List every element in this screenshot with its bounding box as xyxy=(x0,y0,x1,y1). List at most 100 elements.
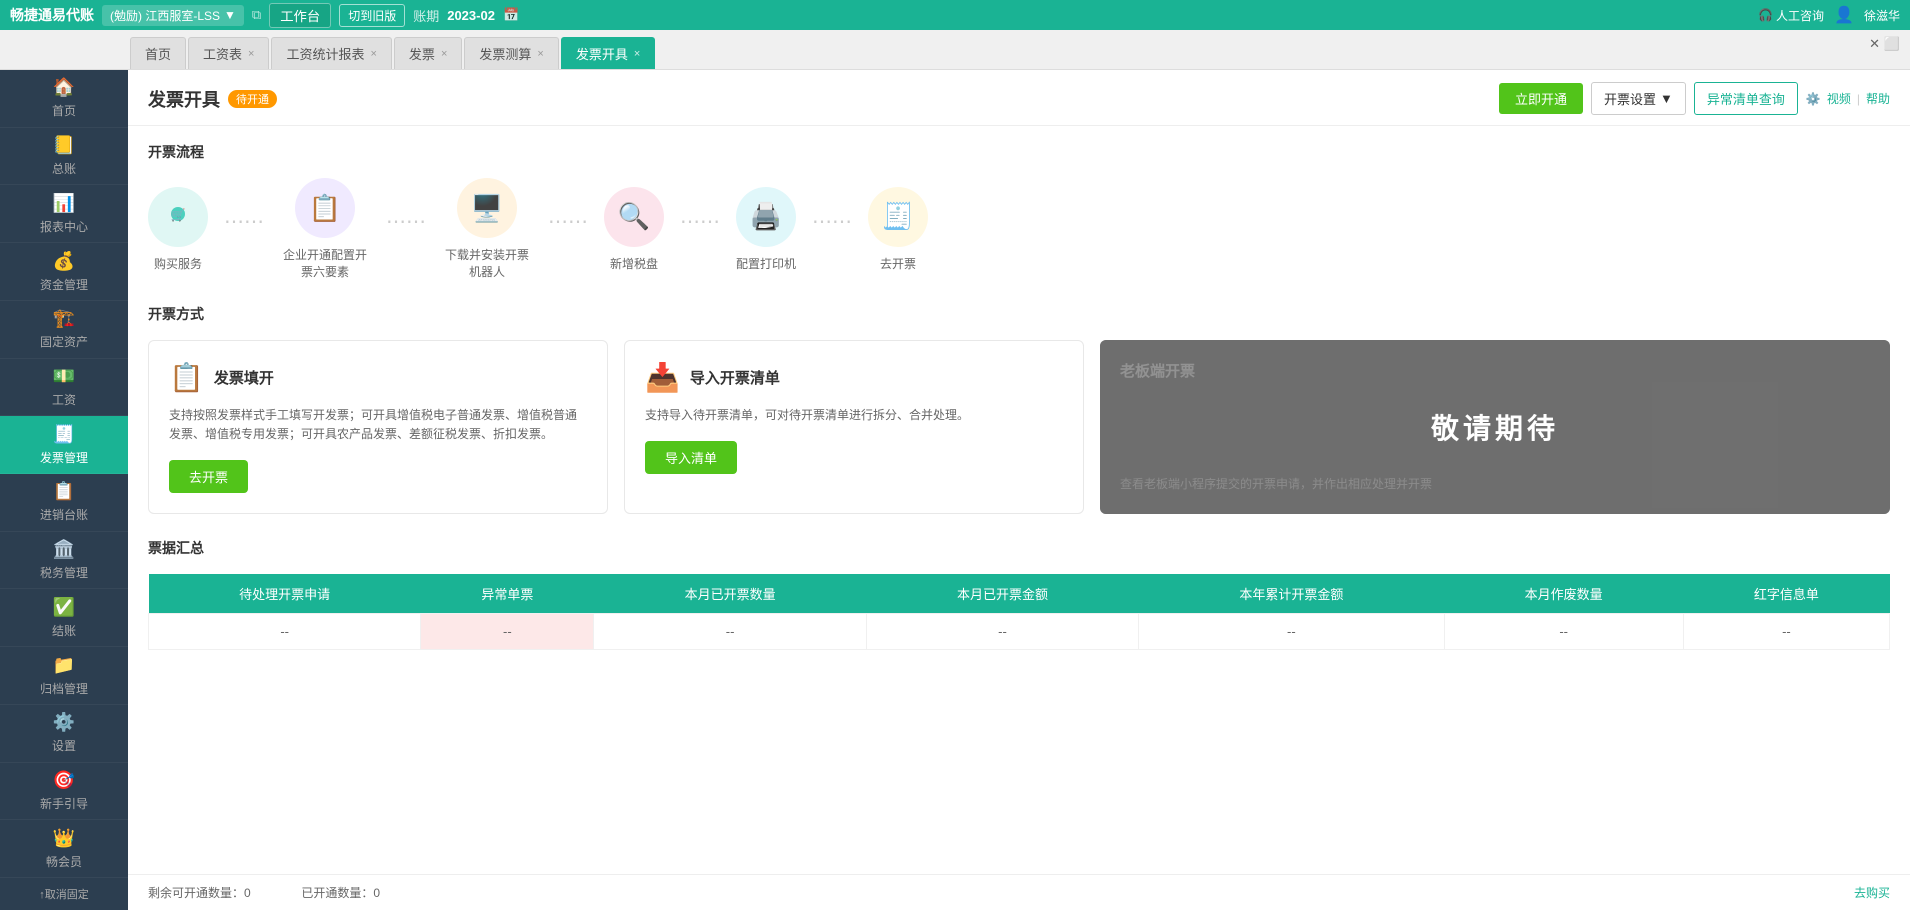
tax-icon: 🏛️ xyxy=(53,539,75,560)
sidebar-item-invoice-label: 发票管理 xyxy=(40,449,88,466)
sidebar-item-assets-label: 固定资产 xyxy=(40,333,88,350)
flow-step-1: 🛒 购买服务 xyxy=(148,187,208,272)
summary-th-5: 本年累计开票金额 xyxy=(1139,574,1444,614)
headset-icon: 🎧 xyxy=(1758,8,1773,22)
summary-cell-5[interactable]: -- xyxy=(1139,614,1444,650)
tab-salary-label: 工资表 xyxy=(203,44,242,63)
remaining-label: 剩余可开通数量：0 xyxy=(148,886,251,900)
tab-invoice-calc[interactable]: 发票测算 × xyxy=(464,37,558,69)
summary-cell-3[interactable]: -- xyxy=(594,614,866,650)
settings-icon: ⚙️ xyxy=(53,712,75,733)
tab-invoice-close[interactable]: × xyxy=(441,48,447,60)
sidebar-item-assets[interactable]: 🏗️ 固定资产 xyxy=(0,301,128,359)
sidebar-item-invoice[interactable]: 🧾 发票管理 xyxy=(0,416,128,474)
tab-home[interactable]: 首页 xyxy=(130,37,186,69)
sidebar-item-salary[interactable]: 💵 工资 xyxy=(0,359,128,417)
pin-label: ↑取消固定 xyxy=(39,889,89,901)
import-list-button[interactable]: 导入清单 xyxy=(645,441,737,474)
view-label[interactable]: 视频 xyxy=(1827,90,1851,107)
guide-icon: 🎯 xyxy=(53,770,75,791)
buy-service-svg: 🛒 xyxy=(163,202,193,232)
flow-step-3: 🖥️ 下载并安装开票机器人 xyxy=(442,178,532,280)
tab-salary[interactable]: 工资表 × xyxy=(188,37,269,69)
settings-icon2: ⚙️ xyxy=(1806,92,1821,106)
summary-cell-4[interactable]: -- xyxy=(866,614,1138,650)
sidebar-item-ledger-label: 总账 xyxy=(52,160,76,177)
tab-bar: 首页 工资表 × 工资统计报表 × 发票 × 发票测算 × 发票开具 × ✕ ⬜ xyxy=(0,30,1910,70)
summary-cell-1[interactable]: -- xyxy=(149,614,421,650)
sidebar-item-salary-label: 工资 xyxy=(52,391,76,408)
help-area: ⚙️ 视频 | 帮助 xyxy=(1806,90,1890,107)
sidebar-item-funds[interactable]: 💰 资金管理 xyxy=(0,243,128,301)
help-label[interactable]: 帮助 xyxy=(1866,90,1890,107)
flow-steps: 🛒 购买服务 ⋯⋯ 📋 企业开通配置开票六要素 ⋯⋯ 🖥️ 下载并安装开票机器人… xyxy=(148,178,1890,280)
abnormal-query-button[interactable]: 异常清单查询 xyxy=(1694,82,1798,115)
sidebar-item-settings[interactable]: ⚙️ 设置 xyxy=(0,705,128,763)
sidebar-item-vip[interactable]: 👑 畅会员 xyxy=(0,820,128,878)
customer-service[interactable]: 🎧 人工咨询 xyxy=(1758,7,1824,24)
tab-salary-report-label: 工资统计报表 xyxy=(286,44,364,63)
pin-button[interactable]: ↑取消固定 xyxy=(0,878,128,910)
svg-text:🛒: 🛒 xyxy=(171,208,186,222)
summary-th-1: 待处理开票申请 xyxy=(149,574,421,614)
open-settings-button[interactable]: 开票设置 ▼ xyxy=(1591,82,1686,115)
company-selector[interactable]: (勉励) 江西服室-LSS ▼ xyxy=(102,5,244,26)
tab-invoice-calc-label: 发票测算 xyxy=(479,44,531,63)
assets-icon: 🏗️ xyxy=(53,308,75,329)
sidebar-item-purchase[interactable]: 📋 进销台账 xyxy=(0,474,128,532)
status-badge: 待开通 xyxy=(228,90,277,108)
sidebar-item-settings-label: 设置 xyxy=(52,737,76,754)
period-value: 2023-02 xyxy=(447,8,495,23)
restore-icon[interactable]: ⬜ xyxy=(1884,36,1900,52)
fill-invoice-button[interactable]: 去开票 xyxy=(169,460,248,493)
bottom-bar: 剩余可开通数量：0 已开通数量：0 去购买 xyxy=(128,874,1910,910)
tab-salary-report-close[interactable]: × xyxy=(370,48,376,60)
flow-step-1-label: 购买服务 xyxy=(154,255,202,272)
sidebar-item-guide[interactable]: 🎯 新手引导 xyxy=(0,763,128,821)
sidebar-item-vip-label: 畅会员 xyxy=(46,853,82,870)
workbench-button[interactable]: 工作台 xyxy=(269,3,331,28)
sidebar-item-tax[interactable]: 🏛️ 税务管理 xyxy=(0,532,128,590)
flow-section-title: 开票流程 xyxy=(148,142,1890,162)
close-all-tabs-icon[interactable]: ✕ xyxy=(1869,36,1880,52)
salary-icon: 💵 xyxy=(53,366,75,387)
funds-icon: 💰 xyxy=(53,251,75,272)
calendar-icon[interactable]: 📅 xyxy=(503,7,519,23)
sidebar-item-reports[interactable]: 📊 报表中心 xyxy=(0,185,128,243)
sidebar-item-reconcile[interactable]: ✅ 结账 xyxy=(0,589,128,647)
summary-cell-6[interactable]: -- xyxy=(1444,614,1683,650)
avatar: 👤 xyxy=(1834,5,1854,25)
sidebar-item-reconcile-label: 结账 xyxy=(52,622,76,639)
summary-cell-2[interactable]: -- xyxy=(421,614,594,650)
open-methods: 📋 发票填开 支持按照发票样式手工填写开发票；可开具增值税电子普通发票、增值税普… xyxy=(148,340,1890,514)
app-name: 畅捷通易代账 xyxy=(10,5,94,25)
company-dropdown-icon: ▼ xyxy=(224,8,236,22)
flow-step-6-icon: 🧾 xyxy=(868,187,928,247)
sidebar-item-home[interactable]: 🏠 首页 xyxy=(0,70,128,128)
buy-link[interactable]: 去购买 xyxy=(1854,884,1890,901)
tab-invoice-calc-close[interactable]: × xyxy=(537,48,543,60)
old-version-button[interactable]: 切到旧版 xyxy=(339,4,405,27)
tab-invoice[interactable]: 发票 × xyxy=(394,37,462,69)
page-actions: 立即开通 开票设置 ▼ 异常清单查询 ⚙️ 视频 | 帮助 xyxy=(1499,82,1890,115)
flow-step-2: 📋 企业开通配置开票六要素 xyxy=(280,178,370,280)
copy-icon[interactable]: ⧉ xyxy=(252,7,261,23)
sidebar-item-guide-label: 新手引导 xyxy=(40,795,88,812)
open-now-button[interactable]: 立即开通 xyxy=(1499,83,1583,114)
flow-arrow-2: ⋯⋯ xyxy=(386,209,426,250)
vip-icon: 👑 xyxy=(53,828,75,849)
sidebar-item-archive[interactable]: 📁 归档管理 xyxy=(0,647,128,705)
flow-step-5: 🖨️ 配置打印机 xyxy=(736,187,796,272)
flow-step-2-icon: 📋 xyxy=(295,178,355,238)
tab-invoice-issue[interactable]: 发票开具 × xyxy=(561,37,655,69)
sidebar-item-ledger[interactable]: 📒 总账 xyxy=(0,128,128,186)
summary-cell-7[interactable]: -- xyxy=(1683,614,1889,650)
import-icon: 📥 xyxy=(645,361,680,394)
tab-salary-close[interactable]: × xyxy=(248,48,254,60)
archive-icon: 📁 xyxy=(53,655,75,676)
main-layout: 🏠 首页 📒 总账 📊 报表中心 💰 资金管理 🏗️ 固定资产 💵 工资 🧾 发… xyxy=(0,70,1910,910)
fill-icon: 📋 xyxy=(169,361,204,394)
tab-salary-report[interactable]: 工资统计报表 × xyxy=(271,37,391,69)
tab-home-label: 首页 xyxy=(145,44,171,63)
tab-invoice-issue-close[interactable]: × xyxy=(634,48,640,60)
